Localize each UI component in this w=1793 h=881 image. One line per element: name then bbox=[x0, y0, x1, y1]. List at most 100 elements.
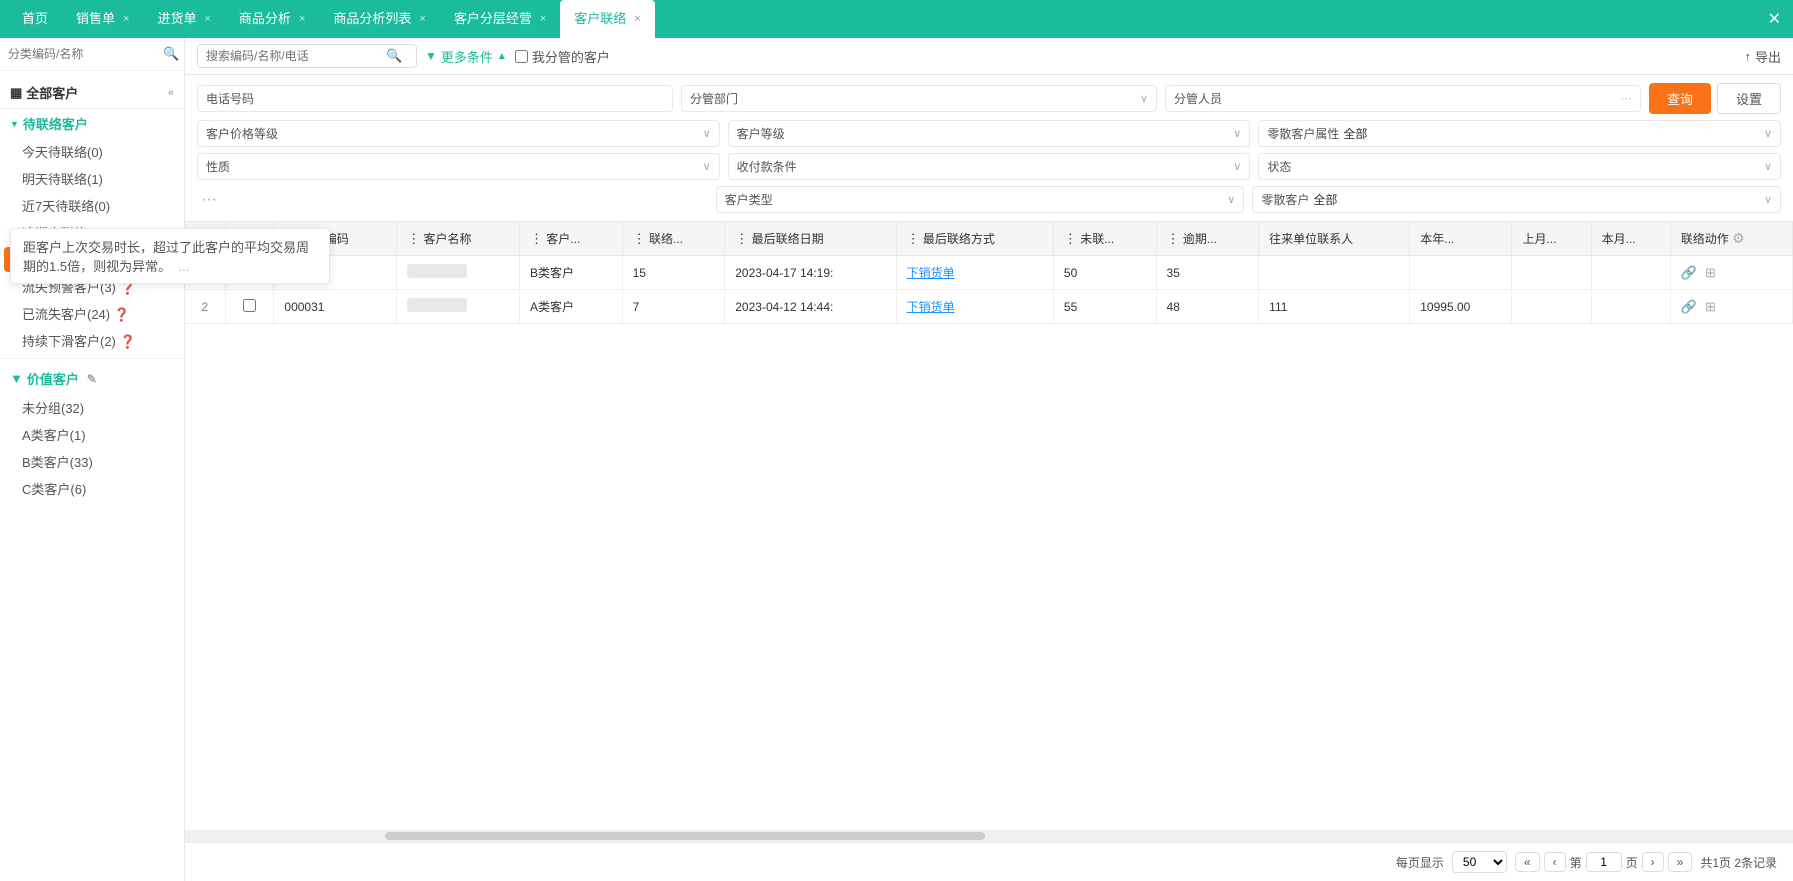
nature-filter[interactable]: 性质 ∨ bbox=[197, 153, 720, 180]
col-year-amount[interactable]: 本年... bbox=[1410, 222, 1512, 256]
close-customer-contact-tab[interactable]: × bbox=[634, 0, 640, 38]
retail-attr-filter[interactable]: 零散客户属性 全部 ∨ bbox=[1258, 120, 1781, 147]
chevron-down-icon3: ∨ bbox=[703, 127, 711, 140]
tooltip-abnormal-explanation: 距客户上次交易时长，超过了此客户的平均交易周期的1.5倍，则视为异常。 ... bbox=[10, 228, 330, 284]
my-customer-checkbox[interactable] bbox=[515, 50, 528, 63]
my-customer-filter: 我分管的客户 bbox=[515, 47, 610, 66]
sidebar-item-a-class[interactable]: A类客户(1) bbox=[0, 421, 184, 448]
close-purchase-tab[interactable]: × bbox=[204, 0, 210, 38]
customer-table: 序 ⋮ 客户编码 ⋮ 客户名称 ⋮ 客户... bbox=[185, 222, 1793, 324]
per-page-select[interactable]: 50 100 200 bbox=[1452, 851, 1507, 873]
col-contact-count[interactable]: ⋮ 联络... bbox=[622, 222, 725, 256]
table-settings-icon[interactable]: ⚙ bbox=[1732, 230, 1745, 246]
sidebar-item-tomorrow-contact[interactable]: 明天待联络(1) bbox=[0, 165, 184, 192]
grid-icon: ▦ bbox=[10, 85, 22, 101]
retail-customer-filter[interactable]: 零散客户 全部 ∨ bbox=[1252, 186, 1781, 213]
close-analysis-list-tab[interactable]: × bbox=[419, 0, 425, 38]
edit-icon[interactable]: ✎ bbox=[87, 372, 97, 386]
first-page-btn[interactable]: « bbox=[1515, 852, 1540, 872]
query-button[interactable]: 查询 bbox=[1649, 83, 1711, 114]
sidebar-item-churned[interactable]: 已流失客户(24) ❓ bbox=[0, 300, 184, 327]
sidebar-item-b-class[interactable]: B类客户(33) bbox=[0, 448, 184, 475]
cell-no-contact: 55 bbox=[1053, 290, 1156, 324]
prev-page-btn[interactable]: ‹ bbox=[1544, 852, 1566, 872]
col-contact-person[interactable]: 往来单位联系人 bbox=[1259, 222, 1410, 256]
nav-analysis-list[interactable]: 商品分析列表 × bbox=[319, 0, 439, 38]
search-bar: 🔍 bbox=[197, 44, 417, 68]
payment-terms-filter[interactable]: 收付款条件 ∨ bbox=[728, 153, 1251, 180]
action-grid-icon2[interactable]: ⊞ bbox=[1705, 299, 1716, 315]
cell-last-contact-date: 2023-04-17 14:19: bbox=[725, 256, 896, 290]
status-filter[interactable]: 状态 ∨ bbox=[1258, 153, 1781, 180]
division-person-filter[interactable]: 分管人员 ··· bbox=[1165, 85, 1641, 112]
col-customer-type[interactable]: ⋮ 客户... bbox=[519, 222, 622, 256]
sidebar-item-today-contact[interactable]: 今天待联络(0) bbox=[0, 138, 184, 165]
last-page-btn[interactable]: » bbox=[1668, 852, 1693, 872]
sort-icon8: ⋮ bbox=[1167, 231, 1180, 246]
more-filter-btn[interactable]: ▼ 更多条件 ▲ bbox=[425, 47, 507, 66]
action-grid-icon[interactable]: ⊞ bbox=[1705, 265, 1716, 281]
col-actions: 联络动作 ⚙ bbox=[1670, 222, 1792, 256]
action-link-icon2[interactable]: 🔗 bbox=[1681, 299, 1697, 315]
phone-filter[interactable]: 电话号码 bbox=[197, 85, 673, 112]
action-link-icon[interactable]: 🔗 bbox=[1681, 265, 1697, 281]
col-overdue[interactable]: ⋮ 逾期... bbox=[1156, 222, 1259, 256]
sidebar-item-ungrouped[interactable]: 未分组(32) bbox=[0, 394, 184, 421]
sidebar-item-declining[interactable]: 持续下滑客户(2) ❓ bbox=[0, 327, 184, 354]
filter-panel: 电话号码 分管部门 ∨ 分管人员 ··· 查询 设置 bbox=[185, 75, 1793, 222]
search-input[interactable] bbox=[206, 49, 386, 63]
scroll-thumb[interactable] bbox=[385, 832, 985, 840]
nav-customer-tier[interactable]: 客户分层经营 × bbox=[440, 0, 560, 38]
nav-home[interactable]: 首页 bbox=[8, 0, 62, 38]
row-checkbox-2[interactable] bbox=[243, 299, 256, 312]
cell-checkbox[interactable] bbox=[225, 290, 274, 324]
col-last-month[interactable]: 上月... bbox=[1512, 222, 1591, 256]
close-all-tabs[interactable]: ✕ bbox=[1768, 9, 1781, 29]
col-name[interactable]: ⋮ 客户名称 bbox=[397, 222, 520, 256]
col-no-contact[interactable]: ⋮ 未联... bbox=[1053, 222, 1156, 256]
cell-last-contact-method[interactable]: 下销货单 bbox=[896, 256, 1053, 290]
settings-button[interactable]: 设置 bbox=[1717, 83, 1781, 114]
cell-contact-person bbox=[1259, 256, 1410, 290]
cell-this-month bbox=[1591, 290, 1670, 324]
sidebar-item-7days-contact[interactable]: 近7天待联络(0) bbox=[0, 192, 184, 219]
cell-last-month bbox=[1512, 290, 1591, 324]
sidebar-all-customers-header[interactable]: ▦ 全部客户 « bbox=[0, 77, 184, 109]
sidebar-search-input[interactable] bbox=[8, 47, 163, 61]
expand-icon: ▼ bbox=[10, 119, 19, 129]
close-analysis-tab[interactable]: × bbox=[299, 0, 305, 38]
cell-actions: 🔗 ⊞ bbox=[1670, 290, 1792, 324]
close-sales-tab[interactable]: × bbox=[123, 0, 129, 38]
cell-last-contact-method[interactable]: 下销货单 bbox=[896, 290, 1053, 324]
nav-analysis[interactable]: 商品分析 × bbox=[225, 0, 319, 38]
nav-purchase[interactable]: 进货单 × bbox=[143, 0, 224, 38]
export-btn[interactable]: ↑ 导出 bbox=[1744, 47, 1781, 66]
page-label: 第 bbox=[1570, 854, 1582, 871]
next-page-btn[interactable]: › bbox=[1642, 852, 1664, 872]
nav-sales[interactable]: 销售单 × bbox=[62, 0, 143, 38]
cell-seq: 2 bbox=[185, 290, 225, 324]
data-table-container: 序 ⋮ 客户编码 ⋮ 客户名称 ⋮ 客户... bbox=[185, 222, 1793, 830]
sidebar-value-customer-group[interactable]: ▼ 价值客户 ✎ bbox=[0, 363, 184, 394]
customer-type-filter[interactable]: 客户类型 ∨ bbox=[716, 186, 1245, 213]
sidebar-item-c-class[interactable]: C类客户(6) bbox=[0, 475, 184, 502]
cell-contact-count: 15 bbox=[622, 256, 725, 290]
sidebar-search-area: 🔍 bbox=[0, 38, 184, 71]
price-level-filter[interactable]: 客户价格等级 ∨ bbox=[197, 120, 720, 147]
horizontal-scrollbar[interactable] bbox=[185, 830, 1793, 842]
customer-level-filter[interactable]: 客户等级 ∨ bbox=[728, 120, 1251, 147]
col-last-contact-date[interactable]: ⋮ 最后联络日期 bbox=[725, 222, 896, 256]
chevron-down-icon10: ∨ bbox=[1764, 193, 1772, 206]
nav-customer-contact[interactable]: 客户联络 × bbox=[560, 0, 654, 38]
sidebar-pending-contact-group[interactable]: ▼ 待联络客户 bbox=[0, 109, 184, 138]
page-input[interactable] bbox=[1586, 852, 1622, 872]
sidebar-search-icon[interactable]: 🔍 bbox=[163, 46, 179, 62]
col-this-month[interactable]: 本月... bbox=[1591, 222, 1670, 256]
division-dept-filter[interactable]: 分管部门 ∨ bbox=[681, 85, 1157, 112]
close-customer-tier-tab[interactable]: × bbox=[540, 0, 546, 38]
search-icon[interactable]: 🔍 bbox=[386, 48, 402, 64]
more-dots[interactable]: ··· bbox=[197, 191, 221, 209]
sidebar-collapse-btn[interactable]: « bbox=[168, 87, 174, 99]
filter-row-1: 电话号码 分管部门 ∨ 分管人员 ··· 查询 设置 bbox=[197, 83, 1781, 114]
col-last-contact-method[interactable]: ⋮ 最后联络方式 bbox=[896, 222, 1053, 256]
